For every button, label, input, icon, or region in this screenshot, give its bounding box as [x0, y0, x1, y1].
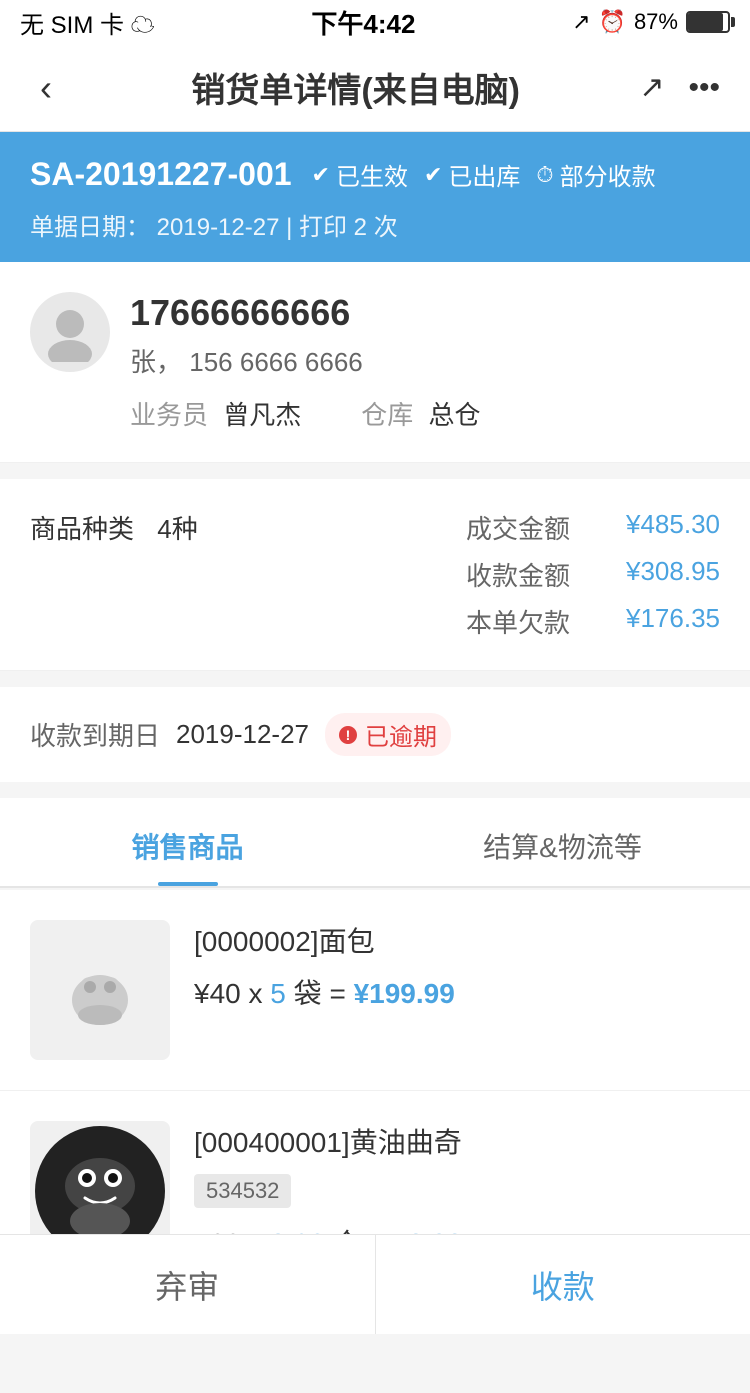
customer-meta: 业务员 曾凡杰 仓库 总仓	[130, 395, 720, 432]
page-title: 销货单详情(来自电脑)	[72, 63, 639, 112]
category-stat: 商品种类 4种	[30, 509, 198, 640]
nav-bar: ‹ 销货单详情(来自电脑) ↗︎ •••	[0, 44, 750, 132]
product-name-1: [0000002]面包	[194, 920, 720, 960]
product-badge-2: 534532	[194, 1174, 291, 1208]
order-date: 2019-12-27	[157, 214, 280, 241]
status-bar: 无 SIM 卡 ☁ 下午4:42 ↗ ⏰ 87%	[0, 0, 750, 44]
print-info: | 打印 2 次	[286, 214, 398, 241]
agent-info: 业务员 曾凡杰	[130, 395, 301, 432]
check-icon-1: ✔	[312, 162, 330, 188]
avatar	[30, 292, 110, 372]
more-icon[interactable]: •••	[688, 71, 720, 105]
order-tags: ✔ 已生效 ✔ 已出库 ⏱ 部分收款	[312, 157, 656, 192]
order-id: SA-20191227-001	[30, 156, 292, 193]
product-price-1: ¥40 x 5 袋 = ¥199.99	[194, 972, 720, 1012]
alarm-icon: ⏰	[599, 9, 626, 35]
tag-effective: ✔ 已生效	[312, 157, 408, 192]
product-item-1: [0000002]面包 ¥40 x 5 袋 = ¥199.99	[0, 890, 750, 1091]
battery-icon	[686, 11, 730, 33]
tab-settlement-logistics[interactable]: 结算&物流等	[375, 798, 750, 886]
status-time: 下午4:42	[311, 4, 415, 41]
amount-stats: 成交金额 ¥485.30 收款金额 ¥308.95 本单欠款 ¥176.35	[466, 509, 720, 640]
customer-name-phone: 张， 156 6666 6666	[130, 342, 720, 379]
customer-info: 17666666666 张， 156 6666 6666 业务员 曾凡杰 仓库 …	[130, 292, 720, 432]
deal-amount-row: 成交金额 ¥485.30	[466, 509, 720, 546]
sim-signal-text: 无 SIM 卡 ☁	[20, 5, 155, 40]
customer-account: 17666666666	[130, 292, 720, 334]
collect-payment-button[interactable]: 收款	[376, 1235, 750, 1334]
back-button[interactable]: ‹	[30, 57, 62, 119]
warehouse-info: 仓库 总仓	[361, 395, 480, 432]
owed-amount-row: 本单欠款 ¥176.35	[466, 603, 720, 640]
stats-section: 商品种类 4种 成交金额 ¥485.30 收款金额 ¥308.95 本单欠款 ¥…	[0, 479, 750, 671]
date-label: 单据日期：	[30, 214, 150, 241]
status-right: ↗ ⏰ 87%	[572, 9, 730, 35]
product-list: [0000002]面包 ¥40 x 5 袋 = ¥199.99	[0, 890, 750, 1293]
tabs-section: 销售商品 结算&物流等	[0, 798, 750, 888]
customer-section: 17666666666 张， 156 6666 6666 业务员 曾凡杰 仓库 …	[0, 262, 750, 463]
tabs-row: 销售商品 结算&物流等	[0, 798, 750, 886]
status-left: 无 SIM 卡 ☁	[20, 5, 155, 40]
tab-sales-products[interactable]: 销售商品	[0, 798, 375, 886]
product-image-1	[30, 920, 170, 1060]
tag-shipped: ✔ 已出库	[424, 157, 520, 192]
order-header-banner: SA-20191227-001 ✔ 已生效 ✔ 已出库 ⏱ 部分收款 单据日期：…	[0, 132, 750, 262]
category-label: 商品种类	[30, 514, 134, 544]
tag-partial-payment: ⏱ 部分收款	[536, 157, 655, 192]
bottom-bar: 弃审 收款	[0, 1234, 750, 1334]
product-details-1: [0000002]面包 ¥40 x 5 袋 = ¥199.99	[194, 920, 720, 1012]
location-icon: ↗	[572, 9, 590, 35]
product-name-2: [000400001]黄油曲奇	[194, 1121, 720, 1161]
share-icon[interactable]: ↗︎	[639, 70, 664, 105]
abandon-review-button[interactable]: 弃审	[0, 1235, 376, 1334]
category-count: 4种	[157, 514, 197, 544]
order-date-row: 单据日期： 2019-12-27 | 打印 2 次	[30, 207, 720, 242]
nav-actions: ↗︎ •••	[639, 70, 720, 105]
overdue-icon: !	[339, 726, 357, 744]
clock-icon: ⏱	[536, 162, 553, 188]
battery-text: 87%	[634, 9, 678, 35]
due-date-section: 收款到期日 2019-12-27 ! 已逾期	[0, 687, 750, 782]
overdue-badge: ! 已逾期	[325, 713, 451, 756]
check-icon-2: ✔	[424, 162, 442, 188]
received-amount-row: 收款金额 ¥308.95	[466, 556, 720, 593]
